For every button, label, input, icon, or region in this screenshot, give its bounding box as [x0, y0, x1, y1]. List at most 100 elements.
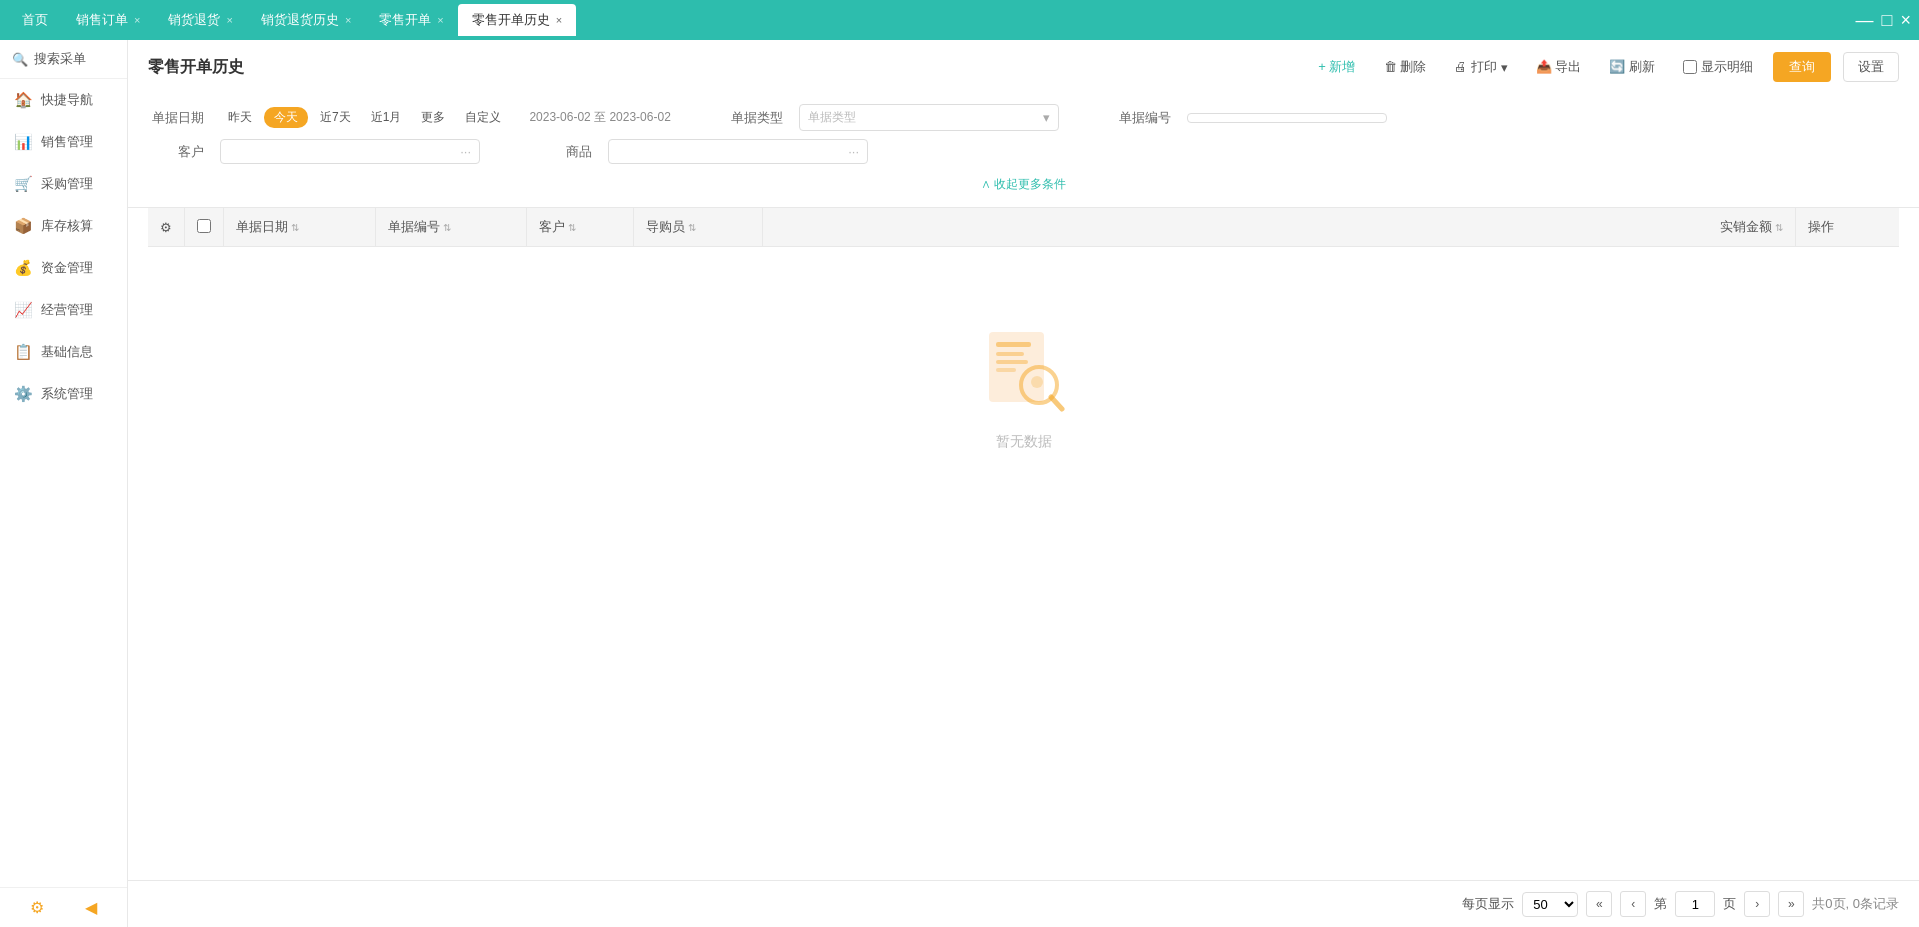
goods-dots[interactable]: ···	[848, 144, 859, 159]
th-action: 操作	[1796, 208, 1899, 247]
sidebar: 🔍 搜索采单 🏠 快捷导航 📊 销售管理 🛒 采购管理 📦 库存核算 💰 资金管…	[0, 40, 128, 927]
tab-close-sales-return[interactable]: ×	[226, 14, 232, 26]
svg-line-6	[1051, 397, 1062, 409]
date-btn-more[interactable]: 更多	[413, 107, 453, 128]
cart-icon: 🛒	[14, 175, 33, 193]
sidebar-item-base-info[interactable]: 📋 基础信息	[0, 331, 127, 373]
th-guide[interactable]: 导购员 ⇅	[633, 208, 762, 247]
svg-rect-2	[996, 352, 1024, 356]
print-button[interactable]: 🖨 打印 ▾	[1446, 54, 1516, 80]
sidebar-item-inventory[interactable]: 📦 库存核算	[0, 205, 127, 247]
date-btn-7days[interactable]: 近7天	[312, 107, 359, 128]
home-icon: 🏠	[14, 91, 33, 109]
sidebar-search[interactable]: 🔍 搜索采单	[0, 40, 127, 79]
svg-rect-1	[996, 342, 1031, 347]
th-gear[interactable]: ⚙	[148, 208, 185, 247]
last-page-button[interactable]: »	[1778, 891, 1804, 917]
sidebar-item-purchase-mgmt[interactable]: 🛒 采购管理	[0, 163, 127, 205]
filter-area: 单据日期 昨天 今天 近7天 近1月 更多 自定义 2023-06-02 至 2…	[148, 94, 1899, 207]
delete-button[interactable]: 🗑 删除	[1376, 54, 1435, 80]
tab-home[interactable]: 首页	[8, 11, 62, 29]
per-page-select[interactable]: 50 10 20 100	[1522, 892, 1578, 917]
select-all-checkbox[interactable]	[197, 219, 211, 233]
setting-button[interactable]: 设置	[1843, 52, 1899, 82]
window-maximize[interactable]: □	[1882, 10, 1893, 31]
th-customer[interactable]: 客户 ⇅	[527, 208, 634, 247]
search-icon: 🔍	[12, 52, 28, 67]
tab-close-sales-return-history[interactable]: ×	[345, 14, 351, 26]
toolbar: + 新增 🗑 删除 🖨 打印 ▾ 📤 导出 🔄 刷新 显示明细 查询 设置	[1310, 52, 1899, 82]
tab-close-retail-open[interactable]: ×	[437, 14, 443, 26]
customer-dots[interactable]: ···	[460, 144, 471, 159]
column-gear-icon[interactable]: ⚙	[160, 220, 172, 235]
page-title: 零售开单历史	[148, 57, 244, 78]
date-filter-buttons: 昨天 今天 近7天 近1月 更多 自定义	[220, 107, 509, 128]
type-filter-select[interactable]: 单据类型 ▾	[799, 104, 1059, 131]
page-label: 第	[1654, 895, 1667, 913]
tab-close-retail-open-history[interactable]: ×	[556, 14, 562, 26]
type-select-arrow: ▾	[1043, 110, 1050, 125]
sidebar-item-quick-nav[interactable]: 🏠 快捷导航	[0, 79, 127, 121]
empty-illustration	[974, 327, 1074, 417]
main-layout: 🔍 搜索采单 🏠 快捷导航 📊 销售管理 🛒 采购管理 📦 库存核算 💰 资金管…	[0, 40, 1919, 927]
sidebar-bottom: ⚙ ◀	[0, 887, 127, 927]
sidebar-item-finance[interactable]: 💰 资金管理	[0, 247, 127, 289]
customer-filter-input[interactable]: ···	[220, 139, 480, 164]
window-controls: — □ ×	[1856, 10, 1911, 31]
sidebar-item-operations[interactable]: 📈 经营管理	[0, 289, 127, 331]
window-minimize[interactable]: —	[1856, 10, 1874, 31]
query-button[interactable]: 查询	[1773, 52, 1831, 82]
goods-filter-input[interactable]: ···	[608, 139, 868, 164]
table-area: ⚙ 单据日期 ⇅ 单据编号	[128, 208, 1919, 880]
date-btn-1month[interactable]: 近1月	[363, 107, 410, 128]
empty-text: 暂无数据	[996, 433, 1052, 451]
tab-sales-return-history[interactable]: 销货退货历史 ×	[247, 4, 365, 36]
first-page-button[interactable]: «	[1586, 891, 1612, 917]
tab-sales-return[interactable]: 销货退货 ×	[154, 4, 246, 36]
date-btn-custom[interactable]: 自定义	[457, 107, 509, 128]
money-icon: 💰	[14, 259, 33, 277]
show-detail-button[interactable]: 显示明细	[1675, 54, 1761, 80]
sidebar-item-sales-mgmt[interactable]: 📊 销售管理	[0, 121, 127, 163]
collapse-sidebar-icon[interactable]: ◀	[85, 898, 97, 917]
content-area: 零售开单历史 + 新增 🗑 删除 🖨 打印 ▾ 📤 导出 🔄 刷新 显示明细 查…	[128, 40, 1919, 927]
prev-page-button[interactable]: ‹	[1620, 891, 1646, 917]
date-filter-label: 单据日期	[148, 109, 204, 127]
collapse-filter-button[interactable]: ∧ 收起更多条件	[148, 172, 1899, 197]
window-close[interactable]: ×	[1900, 10, 1911, 31]
svg-rect-3	[996, 360, 1028, 364]
filter-row-date: 单据日期 昨天 今天 近7天 近1月 更多 自定义 2023-06-02 至 2…	[148, 104, 1899, 131]
tab-retail-open[interactable]: 零售开单 ×	[365, 4, 457, 36]
data-table: ⚙ 单据日期 ⇅ 单据编号	[148, 208, 1899, 531]
next-page-button[interactable]: ›	[1744, 891, 1770, 917]
page-input[interactable]	[1675, 891, 1715, 917]
date-range-text: 2023-06-02 至 2023-06-02	[529, 109, 670, 126]
export-button[interactable]: 📤 导出	[1528, 54, 1590, 80]
empty-state: 暂无数据	[148, 247, 1899, 531]
show-detail-checkbox[interactable]	[1683, 60, 1697, 74]
print-dropdown-icon: ▾	[1501, 60, 1508, 75]
th-code[interactable]: 单据编号 ⇅	[375, 208, 527, 247]
page-title-row: 零售开单历史 + 新增 🗑 删除 🖨 打印 ▾ 📤 导出 🔄 刷新 显示明细 查…	[148, 52, 1899, 82]
refresh-button[interactable]: 🔄 刷新	[1601, 54, 1663, 80]
code-filter-input[interactable]	[1187, 113, 1387, 123]
page-total: 共0页, 0条记录	[1812, 895, 1899, 913]
new-button[interactable]: + 新增	[1310, 54, 1363, 80]
th-amount[interactable]: 实销金额 ⇅	[762, 208, 1795, 247]
th-date[interactable]: 单据日期 ⇅	[224, 208, 376, 247]
sort-customer-icon: ⇅	[568, 222, 576, 233]
tab-retail-open-history[interactable]: 零售开单历史 ×	[458, 4, 576, 36]
page-suffix: 页	[1723, 895, 1736, 913]
tab-sales-order[interactable]: 销售订单 ×	[62, 4, 154, 36]
svg-point-7	[1031, 376, 1043, 388]
gear-icon: ⚙️	[14, 385, 33, 403]
table-header-row: ⚙ 单据日期 ⇅ 单据编号	[148, 208, 1899, 247]
date-btn-today[interactable]: 今天	[264, 107, 308, 128]
date-btn-yesterday[interactable]: 昨天	[220, 107, 260, 128]
settings-icon[interactable]: ⚙	[30, 898, 44, 917]
chart-icon: 📊	[14, 133, 33, 151]
type-filter-label: 单据类型	[727, 109, 783, 127]
code-filter-label: 单据编号	[1115, 109, 1171, 127]
tab-close-sales-order[interactable]: ×	[134, 14, 140, 26]
sidebar-item-sys-mgmt[interactable]: ⚙️ 系统管理	[0, 373, 127, 415]
